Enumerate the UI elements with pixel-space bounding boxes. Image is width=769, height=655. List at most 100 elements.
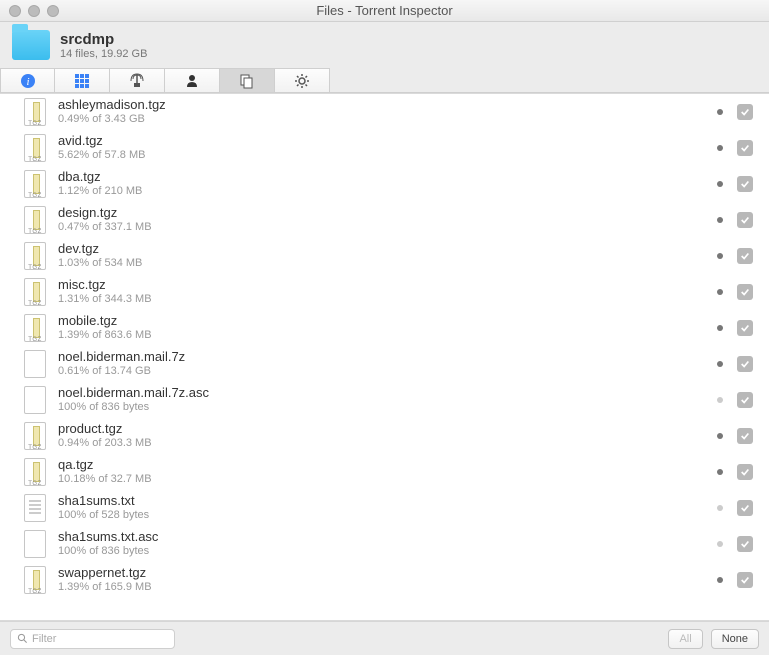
file-type-icon (24, 566, 46, 594)
file-type-icon (24, 206, 46, 234)
file-progress: 100% of 836 bytes (58, 545, 717, 558)
priority-indicator[interactable] (717, 505, 723, 511)
file-name: swappernet.tgz (58, 566, 717, 581)
select-none-button[interactable]: None (711, 629, 759, 649)
priority-indicator[interactable] (717, 325, 723, 331)
tab-trackers[interactable] (110, 68, 165, 92)
priority-indicator[interactable] (717, 181, 723, 187)
file-row[interactable]: noel.biderman.mail.7z0.61% of 13.74 GB (0, 346, 769, 382)
tab-info[interactable]: i (0, 68, 55, 92)
file-progress: 1.39% of 165.9 MB (58, 581, 717, 594)
file-download-checkbox[interactable] (737, 176, 753, 192)
file-type-icon (24, 494, 46, 522)
file-progress: 0.47% of 337.1 MB (58, 221, 717, 234)
file-download-checkbox[interactable] (737, 356, 753, 372)
file-row[interactable]: misc.tgz1.31% of 344.3 MB (0, 274, 769, 310)
file-row[interactable]: sha1sums.txt.asc100% of 836 bytes (0, 526, 769, 562)
file-list: ashleymadison.tgz0.49% of 3.43 GBavid.tg… (0, 93, 769, 621)
file-download-checkbox[interactable] (737, 464, 753, 480)
file-type-icon (24, 422, 46, 450)
file-type-icon (24, 278, 46, 306)
folder-icon (12, 30, 50, 60)
titlebar: Files - Torrent Inspector (0, 0, 769, 22)
priority-indicator[interactable] (717, 217, 723, 223)
file-download-checkbox[interactable] (737, 248, 753, 264)
file-progress: 0.94% of 203.3 MB (58, 437, 717, 450)
select-all-button[interactable]: All (668, 629, 702, 649)
priority-indicator[interactable] (717, 577, 723, 583)
file-type-icon (24, 170, 46, 198)
tab-pieces[interactable] (55, 68, 110, 92)
priority-indicator[interactable] (717, 361, 723, 367)
file-name: avid.tgz (58, 134, 717, 149)
file-progress: 100% of 836 bytes (58, 401, 717, 414)
file-download-checkbox[interactable] (737, 284, 753, 300)
minimize-window-button[interactable] (28, 5, 40, 17)
file-type-icon (24, 458, 46, 486)
priority-indicator[interactable] (717, 109, 723, 115)
file-type-icon (24, 242, 46, 270)
files-icon (239, 73, 255, 89)
file-name: dba.tgz (58, 170, 717, 185)
tab-settings[interactable] (275, 68, 330, 92)
priority-indicator[interactable] (717, 289, 723, 295)
file-row[interactable]: product.tgz0.94% of 203.3 MB (0, 418, 769, 454)
file-name: qa.tgz (58, 458, 717, 473)
file-name: noel.biderman.mail.7z (58, 350, 717, 365)
priority-indicator[interactable] (717, 433, 723, 439)
info-icon: i (20, 73, 36, 89)
file-progress: 100% of 528 bytes (58, 509, 717, 522)
file-type-icon (24, 386, 46, 414)
file-progress: 5.62% of 57.8 MB (58, 149, 717, 162)
file-download-checkbox[interactable] (737, 320, 753, 336)
priority-indicator[interactable] (717, 469, 723, 475)
file-download-checkbox[interactable] (737, 104, 753, 120)
torrent-name: srcdmp (60, 31, 147, 48)
file-download-checkbox[interactable] (737, 212, 753, 228)
filter-input[interactable] (32, 633, 168, 645)
file-progress: 0.61% of 13.74 GB (58, 365, 717, 378)
svg-text:i: i (26, 76, 29, 88)
file-type-icon (24, 530, 46, 558)
file-row[interactable]: design.tgz0.47% of 337.1 MB (0, 202, 769, 238)
file-progress: 10.18% of 32.7 MB (58, 473, 717, 486)
file-row[interactable]: dba.tgz1.12% of 210 MB (0, 166, 769, 202)
file-name: product.tgz (58, 422, 717, 437)
file-download-checkbox[interactable] (737, 572, 753, 588)
priority-indicator[interactable] (717, 541, 723, 547)
torrent-summary: 14 files, 19.92 GB (60, 48, 147, 60)
file-name: noel.biderman.mail.7z.asc (58, 386, 717, 401)
torrent-header: srcdmp 14 files, 19.92 GB (0, 22, 769, 68)
file-row[interactable]: sha1sums.txt100% of 528 bytes (0, 490, 769, 526)
pieces-icon (74, 73, 90, 89)
tab-peers[interactable] (165, 68, 220, 92)
file-download-checkbox[interactable] (737, 428, 753, 444)
filter-field[interactable] (10, 629, 175, 649)
file-download-checkbox[interactable] (737, 140, 753, 156)
priority-indicator[interactable] (717, 397, 723, 403)
file-name: ashleymadison.tgz (58, 98, 717, 113)
file-type-icon (24, 134, 46, 162)
priority-indicator[interactable] (717, 253, 723, 259)
settings-icon (294, 73, 310, 89)
file-row[interactable]: avid.tgz5.62% of 57.8 MB (0, 130, 769, 166)
file-download-checkbox[interactable] (737, 500, 753, 516)
file-row[interactable]: noel.biderman.mail.7z.asc100% of 836 byt… (0, 382, 769, 418)
file-name: sha1sums.txt.asc (58, 530, 717, 545)
search-icon (17, 633, 28, 644)
file-progress: 1.39% of 863.6 MB (58, 329, 717, 342)
file-row[interactable]: dev.tgz1.03% of 534 MB (0, 238, 769, 274)
close-window-button[interactable] (9, 5, 21, 17)
file-type-icon (24, 350, 46, 378)
tab-files[interactable] (220, 68, 275, 92)
file-name: mobile.tgz (58, 314, 717, 329)
file-row[interactable]: swappernet.tgz1.39% of 165.9 MB (0, 562, 769, 598)
file-row[interactable]: ashleymadison.tgz0.49% of 3.43 GB (0, 94, 769, 130)
priority-indicator[interactable] (717, 145, 723, 151)
file-name: misc.tgz (58, 278, 717, 293)
file-download-checkbox[interactable] (737, 392, 753, 408)
file-download-checkbox[interactable] (737, 536, 753, 552)
file-row[interactable]: mobile.tgz1.39% of 863.6 MB (0, 310, 769, 346)
zoom-window-button[interactable] (47, 5, 59, 17)
file-row[interactable]: qa.tgz10.18% of 32.7 MB (0, 454, 769, 490)
